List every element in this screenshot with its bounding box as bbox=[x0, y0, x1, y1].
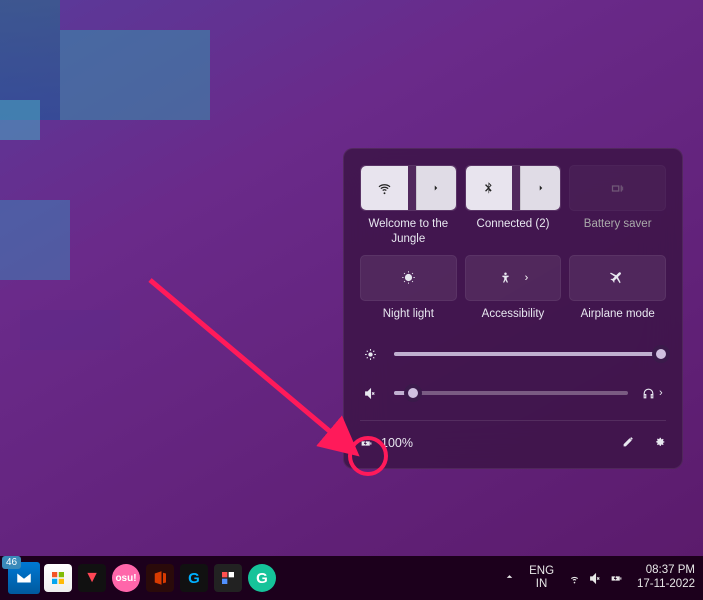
taskbar: 46 ▼ osu! G G ENG IN 08:37 PM 17- bbox=[0, 556, 703, 600]
wifi-icon bbox=[568, 572, 581, 585]
headphones-icon bbox=[642, 387, 655, 400]
pencil-icon bbox=[622, 435, 635, 448]
date: 17-11-2022 bbox=[637, 578, 695, 592]
wifi-tile[interactable] bbox=[360, 165, 457, 211]
battery-charging-icon bbox=[610, 572, 623, 585]
gear-icon bbox=[653, 435, 666, 448]
bluetooth-toggle[interactable] bbox=[466, 166, 513, 210]
battery-saver-label: Battery saver bbox=[584, 217, 652, 232]
osu-icon: osu! bbox=[115, 573, 136, 584]
brightness-slider[interactable] bbox=[394, 352, 666, 356]
airplane-label: Airplane mode bbox=[581, 307, 655, 322]
bluetooth-tile[interactable] bbox=[465, 165, 562, 211]
bluetooth-expand-button[interactable] bbox=[520, 166, 560, 210]
battery-percent: 100% bbox=[381, 436, 413, 450]
store-icon bbox=[49, 569, 67, 587]
system-tray[interactable] bbox=[568, 572, 623, 585]
chevron-right-icon bbox=[536, 183, 546, 193]
quick-settings-panel: Welcome to the Jungle Connected (2) Batt… bbox=[343, 148, 683, 469]
volume-slider-row: › bbox=[360, 387, 666, 400]
osu-app[interactable]: osu! bbox=[112, 564, 140, 592]
airplane-mode-tile[interactable] bbox=[569, 255, 666, 301]
app-icon[interactable] bbox=[214, 564, 242, 592]
language-indicator[interactable]: ENG IN bbox=[529, 565, 554, 591]
bluetooth-label: Connected (2) bbox=[477, 217, 550, 232]
settings-button[interactable] bbox=[653, 435, 666, 452]
grammarly-app[interactable]: G bbox=[248, 564, 276, 592]
airplane-icon bbox=[610, 270, 625, 285]
language-secondary: IN bbox=[529, 578, 554, 591]
generic-app-icon bbox=[220, 570, 236, 586]
night-light-tile[interactable] bbox=[360, 255, 457, 301]
brightness-icon bbox=[360, 348, 380, 361]
office-app[interactable] bbox=[146, 564, 174, 592]
audio-output-button[interactable]: › bbox=[642, 387, 666, 400]
tray-overflow-button[interactable] bbox=[504, 571, 515, 585]
battery-charging-icon bbox=[360, 437, 373, 450]
mail-icon bbox=[15, 569, 33, 587]
valorant-icon: ▼ bbox=[84, 569, 100, 587]
bluetooth-icon bbox=[481, 181, 496, 196]
accessibility-icon bbox=[498, 270, 513, 285]
night-light-icon bbox=[401, 270, 416, 285]
logitech-icon: G bbox=[188, 570, 200, 587]
mail-count-badge: 46 bbox=[2, 556, 21, 569]
accessibility-label: Accessibility bbox=[482, 307, 545, 322]
logitech-app[interactable]: G bbox=[180, 564, 208, 592]
language-primary: ENG bbox=[529, 565, 554, 578]
grammarly-icon: G bbox=[256, 570, 268, 587]
volume-slider[interactable] bbox=[394, 391, 628, 395]
chevron-right-icon: › bbox=[659, 387, 663, 399]
wifi-toggle[interactable] bbox=[361, 166, 408, 210]
brightness-slider-row bbox=[360, 348, 666, 361]
night-light-label: Night light bbox=[383, 307, 434, 322]
microsoft-store-app[interactable] bbox=[44, 564, 72, 592]
volume-muted-icon bbox=[364, 387, 377, 400]
valorant-app[interactable]: ▼ bbox=[78, 564, 106, 592]
office-icon bbox=[151, 569, 169, 587]
time: 08:37 PM bbox=[637, 564, 695, 578]
volume-mute-button[interactable] bbox=[360, 387, 380, 400]
mail-app[interactable]: 46 bbox=[8, 562, 40, 594]
chevron-right-icon bbox=[431, 183, 441, 193]
quick-settings-grid: Welcome to the Jungle Connected (2) Batt… bbox=[360, 165, 666, 322]
wifi-icon bbox=[377, 181, 392, 196]
volume-muted-icon bbox=[589, 572, 602, 585]
chevron-up-icon bbox=[504, 571, 515, 582]
battery-saver-icon bbox=[610, 181, 625, 196]
chevron-right-icon: › bbox=[525, 272, 529, 284]
clock[interactable]: 08:37 PM 17-11-2022 bbox=[637, 564, 695, 592]
wifi-expand-button[interactable] bbox=[416, 166, 456, 210]
accessibility-tile[interactable]: › bbox=[465, 255, 562, 301]
battery-status[interactable]: 100% bbox=[360, 436, 413, 450]
wifi-label: Welcome to the Jungle bbox=[360, 217, 457, 247]
battery-saver-tile bbox=[569, 165, 666, 211]
edit-button[interactable] bbox=[622, 435, 635, 452]
